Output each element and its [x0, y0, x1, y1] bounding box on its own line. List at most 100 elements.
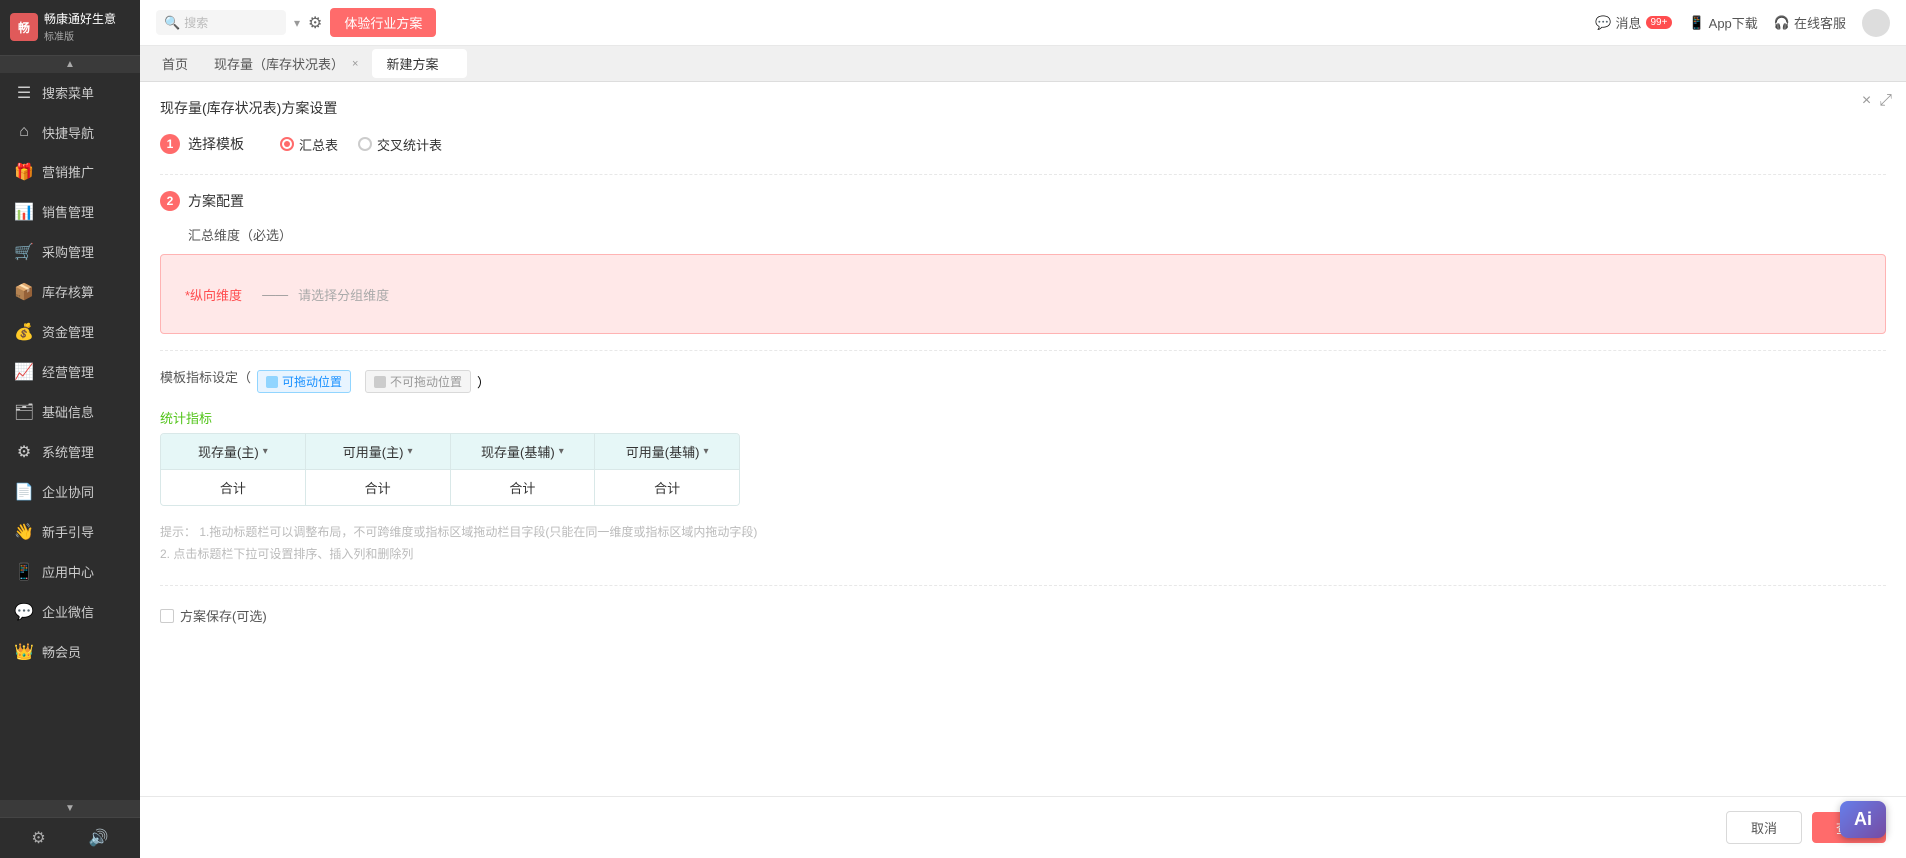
col-header-1[interactable]: 可用量(主) ▾	[306, 434, 451, 469]
settings-bottom-icon[interactable]: ⚙	[31, 828, 45, 848]
radio-summary[interactable]: 汇总表	[280, 135, 338, 154]
tips-title: 提示： 1.拖动标题栏可以调整布局，不可跨维度或指标区域拖动栏目字段(只能在同一…	[160, 522, 1886, 544]
sidebar-item-label: 企业协同	[42, 482, 94, 501]
phone-icon: 📱	[14, 562, 34, 582]
sidebar-item-quicknav[interactable]: ⌂ 快捷导航	[0, 113, 140, 152]
search-menu-icon: ☰	[14, 83, 34, 103]
section1-header: 1 选择模板 汇总表 交叉统计表	[160, 134, 1886, 154]
topbar-dropdown[interactable]: ▾	[294, 16, 300, 30]
message-btn[interactable]: 💬 消息 99+	[1595, 13, 1672, 32]
sidebar-nav: ☰ 搜索菜单 ⌂ 快捷导航 🎁 营销推广 📊 销售管理 🛒 采购管理 📦 库存核…	[0, 73, 140, 800]
panel-title: 现存量(库存状况表)方案设置	[160, 98, 1886, 118]
topbar-right: 💬 消息 99+ 📱 App下载 🎧 在线客服	[1595, 9, 1890, 37]
customer-service-btn[interactable]: 🎧 在线客服	[1774, 13, 1846, 32]
section2-num: 2	[160, 191, 180, 211]
indicator-settings: 模板指标设定（ 可拖动位置 不可拖动位置 ）	[160, 367, 1886, 396]
col-header-0[interactable]: 现存量(主) ▾	[161, 434, 306, 469]
sidebar-scroll-down[interactable]: ▼	[0, 800, 140, 817]
message-label: 消息	[1615, 13, 1641, 32]
tab-inventory[interactable]: 现存量（库存状况表） ×	[200, 48, 372, 79]
sidebar-item-purchase[interactable]: 🛒 采购管理	[0, 232, 140, 272]
sidebar-item-member[interactable]: 👑 畅会员	[0, 632, 140, 672]
sidebar-item-inventory[interactable]: 📦 库存核算	[0, 272, 140, 312]
col-header-3[interactable]: 可用量(基辅) ▾	[595, 434, 739, 469]
sidebar-item-label: 企业微信	[42, 602, 94, 621]
sidebar-scroll-up[interactable]: ▲	[0, 56, 140, 73]
col-header-2[interactable]: 现存量(基辅) ▾	[451, 434, 596, 469]
volume-icon[interactable]: 🔊	[89, 828, 109, 848]
sidebar-item-corp-collab[interactable]: 📄 企业协同	[0, 472, 140, 512]
tip2: 2. 点击标题栏下拉可设置排序、插入列和删除列	[160, 544, 1886, 566]
gear-icon: ⚙	[14, 442, 34, 462]
home-icon: ⌂	[14, 123, 34, 141]
avatar[interactable]	[1862, 9, 1890, 37]
try-industry-btn[interactable]: 体验行业方案	[330, 8, 436, 37]
chevron-0: ▾	[263, 446, 268, 457]
sidebar-logo: 畅 畅康通好生意 标准版	[0, 0, 140, 56]
sidebar-item-system[interactable]: ⚙ 系统管理	[0, 432, 140, 472]
sidebar-item-basic-info[interactable]: 🗂 基础信息	[0, 392, 140, 432]
wechat-icon: 💬	[14, 602, 34, 622]
tab-new-plan-label: 新建方案	[386, 54, 438, 73]
col-label-3: 可用量(基辅)	[626, 442, 700, 461]
logo-icon: 畅	[10, 13, 38, 41]
sidebar-item-sales[interactable]: 📊 销售管理	[0, 192, 140, 232]
sidebar-item-label: 畅会员	[42, 642, 81, 661]
sidebar-item-finance[interactable]: 💰 资金管理	[0, 312, 140, 352]
sidebar-item-newuser[interactable]: 👋 新手引导	[0, 512, 140, 552]
section-config: 2 方案配置 汇总维度（必选） *纵向维度 —— 请选择分组维度	[160, 191, 1886, 565]
sidebar-item-label: 营销推广	[42, 162, 94, 181]
col-summary-3: 合计	[595, 469, 739, 505]
divider1	[160, 174, 1886, 175]
draggable-badge: 可拖动位置	[257, 370, 351, 393]
chevron-3: ▾	[703, 446, 708, 457]
sidebar-bottom: ⚙ 🔊	[0, 817, 140, 858]
save-label: 方案保存(可选)	[180, 606, 267, 625]
section1-title: 选择模板	[188, 134, 244, 154]
sidebar-item-management[interactable]: 📈 经营管理	[0, 352, 140, 392]
sidebar-item-label: 应用中心	[42, 562, 94, 581]
sidebar-item-search[interactable]: ☰ 搜索菜单	[0, 73, 140, 113]
tab-home[interactable]: 首页	[150, 48, 200, 79]
panel-expand-btn[interactable]: ⤢	[1879, 92, 1892, 110]
main-area: 🔍 搜索 ▾ ⚙ 体验行业方案 💬 消息 99+ 📱 App下载 🎧 在线客服	[140, 0, 1906, 858]
topbar-settings-icon[interactable]: ⚙	[308, 13, 322, 33]
ai-badge[interactable]: Ai	[1840, 801, 1886, 838]
cancel-button[interactable]: 取消	[1726, 811, 1802, 844]
stats-table: 现存量(主) ▾ 可用量(主) ▾ 现存量(基辅) ▾	[160, 433, 740, 506]
logo-text: 畅康通好生意 标准版	[44, 12, 116, 43]
stats-section: 统计指标 现存量(主) ▾ 可用量(主) ▾	[160, 408, 1886, 506]
radio-cross[interactable]: 交叉统计表	[358, 135, 442, 154]
dimension-area[interactable]: *纵向维度 —— 请选择分组维度	[160, 254, 1886, 334]
headset-icon: 🎧	[1774, 15, 1790, 31]
tabbar: 首页 现存量（库存状况表） × 新建方案 ×	[140, 46, 1906, 82]
tab-inventory-close[interactable]: ×	[352, 58, 358, 70]
cart-icon: 🛒	[14, 242, 34, 262]
section1-num: 1	[160, 134, 180, 154]
crown-icon: 👑	[14, 642, 34, 662]
search-icon: 🔍	[164, 15, 180, 31]
col-summary-2: 合计	[451, 469, 596, 505]
chevron-2: ▾	[559, 446, 564, 457]
bottom-bar: 取消 查询	[140, 796, 1906, 858]
sidebar-item-label: 基础信息	[42, 402, 94, 421]
non-draggable-label: 不可拖动位置	[390, 373, 462, 390]
sidebar-item-label: 经营管理	[42, 362, 94, 381]
non-draggable-icon	[374, 376, 386, 388]
sidebar-item-label: 销售管理	[42, 202, 94, 221]
tab-new-plan[interactable]: 新建方案 ×	[372, 49, 466, 78]
save-option: 方案保存(可选)	[160, 606, 1886, 625]
sidebar-item-appcenter[interactable]: 📱 应用中心	[0, 552, 140, 592]
radio-summary-label: 汇总表	[299, 135, 338, 154]
sidebar-item-wechat[interactable]: 💬 企业微信	[0, 592, 140, 632]
doc-icon: 📄	[14, 482, 34, 502]
panel-close-btn[interactable]: ×	[1862, 92, 1871, 110]
non-draggable-badge: 不可拖动位置	[365, 370, 471, 393]
save-checkbox[interactable]	[160, 609, 174, 623]
search-box[interactable]: 🔍 搜索	[156, 10, 286, 35]
indicator-close: ）	[477, 372, 490, 391]
app-download-btn[interactable]: 📱 App下载	[1688, 13, 1757, 32]
col-label-0: 现存量(主)	[198, 442, 259, 461]
tab-new-plan-close[interactable]: ×	[446, 58, 452, 70]
sidebar-item-marketing[interactable]: 🎁 营销推广	[0, 152, 140, 192]
